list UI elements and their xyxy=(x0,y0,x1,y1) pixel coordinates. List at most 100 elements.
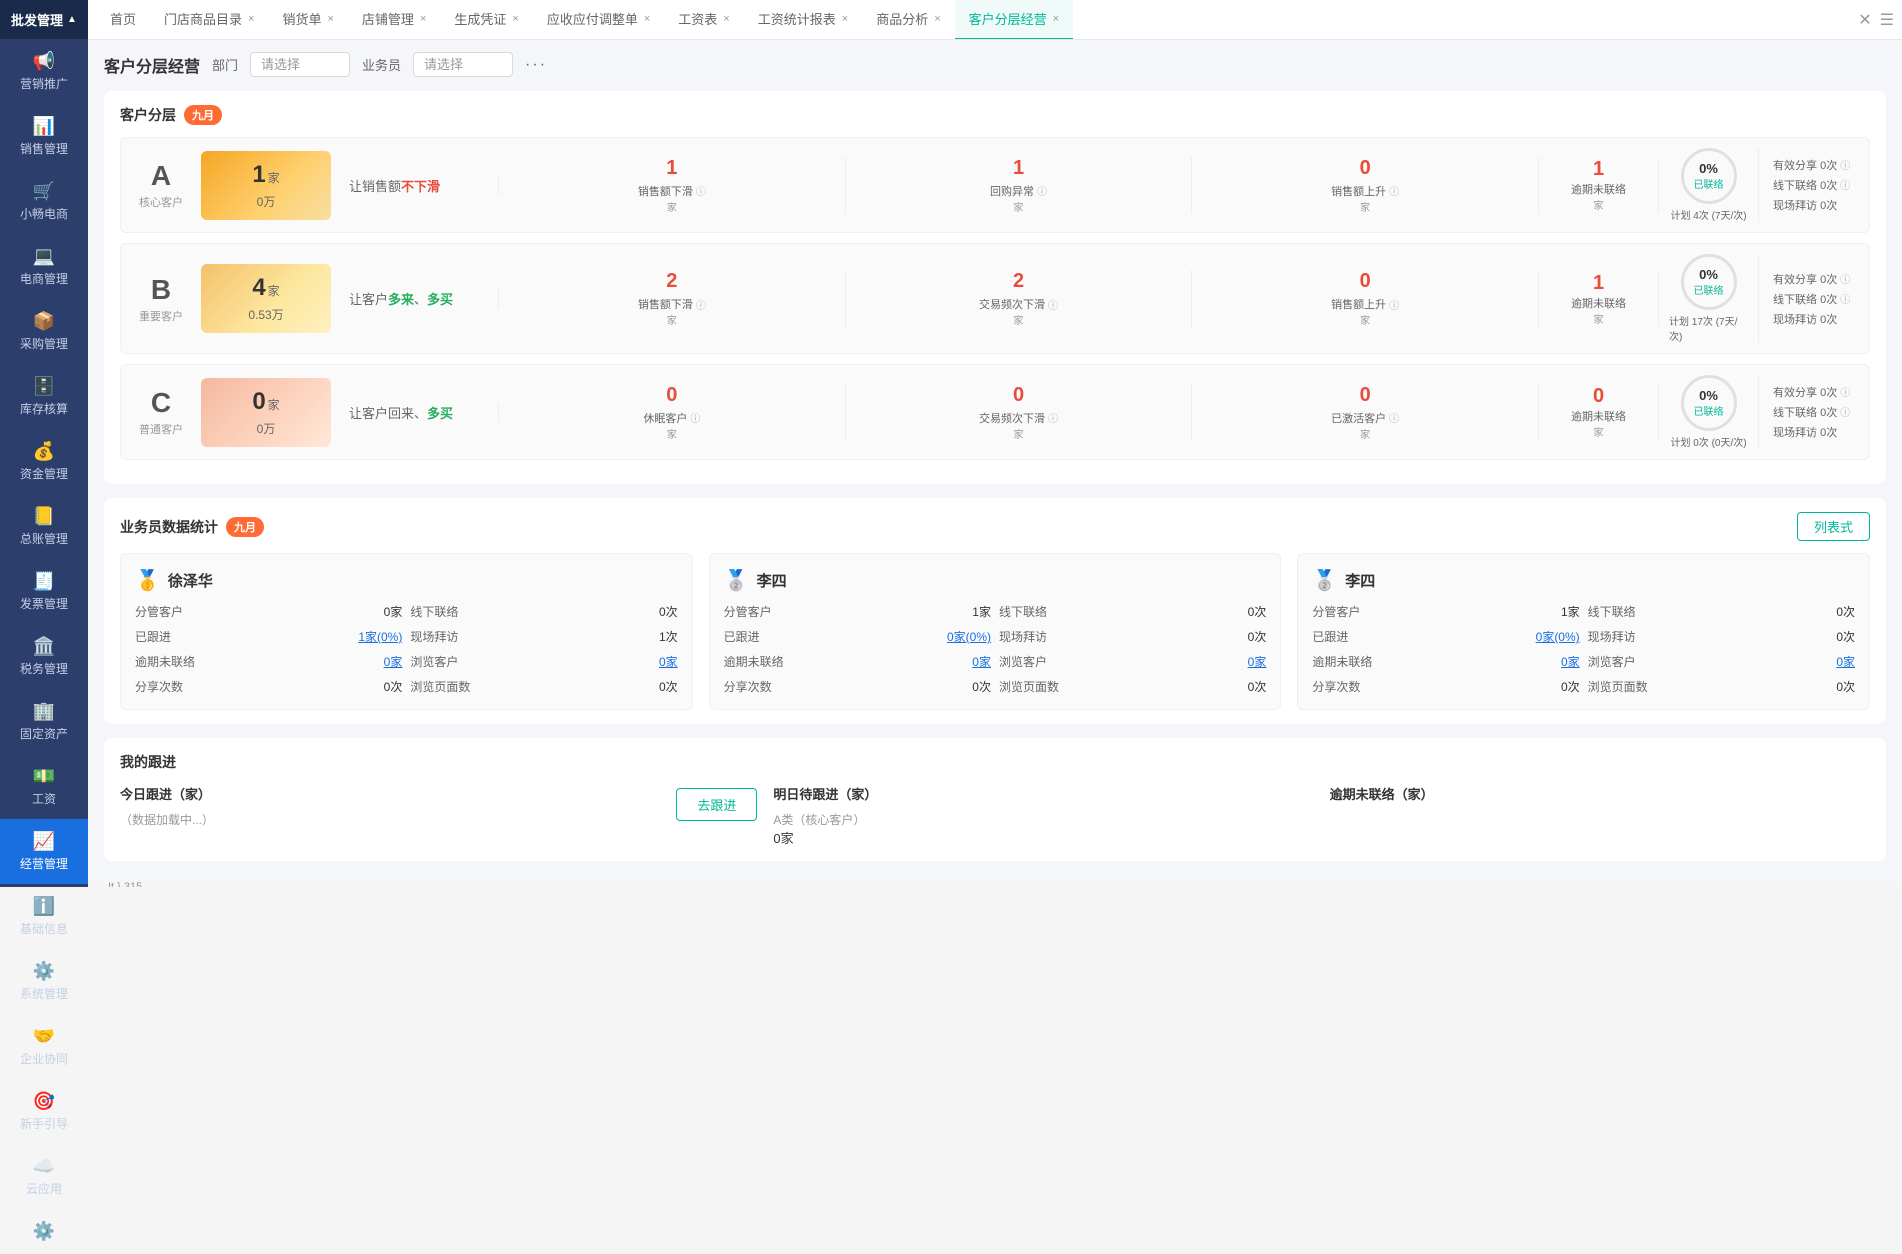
sidebar-item-label: 企业协同 xyxy=(20,1050,68,1067)
close-icon[interactable]: × xyxy=(327,13,333,25)
staff-section: 业务员数据统计 九月 列表式 🥇 徐泽华 分管客户 0家 xyxy=(104,498,1886,724)
close-window-icon[interactable]: ✕ xyxy=(1858,10,1871,30)
sidebar-item-label: 库存核算 xyxy=(20,400,68,417)
more-filters-button[interactable]: ··· xyxy=(525,56,547,74)
sidebar-item-cggl[interactable]: 📦 采购管理 xyxy=(0,299,88,364)
sidebar-item-label: 电商管理 xyxy=(20,270,68,287)
sidebar-item-zzgl[interactable]: 📒 总账管理 xyxy=(0,494,88,559)
sidebar-item-xtgl[interactable]: ⚙️ 系统管理 xyxy=(0,949,88,1014)
tier-row-a: A 核心客户 1 家 0万 让销售额不下滑 1 销售额下滑 ⓘ 家 xyxy=(120,137,1870,233)
staff-card-1: 🥈 李四 分管客户 1家 线下联络 0次 已跟进 xyxy=(709,553,1282,710)
tier-b-count: 4 家 0.53万 xyxy=(201,264,331,333)
tier-b-overdue: 1 逾期未联络 家 xyxy=(1539,272,1659,326)
sidebar-brand[interactable]: 批发管理 ▲ xyxy=(0,0,88,39)
tier-c-label: C 普通客户 xyxy=(121,387,201,437)
close-icon[interactable]: × xyxy=(723,13,729,25)
tier-a-label: A 核心客户 xyxy=(121,160,201,210)
followup-overdue: 逾期未联络（家） xyxy=(1314,784,1870,811)
tab-customer-tier[interactable]: 客户分层经营 × xyxy=(955,0,1073,40)
tab-sales-order[interactable]: 销货单 × xyxy=(268,0,347,40)
tier-b-right-stats: 有效分享 0次 ⓘ 线下联络 0次 ⓘ 现场拜访 0次 xyxy=(1759,271,1869,327)
month-badge: 九月 xyxy=(184,105,222,125)
tab-home[interactable]: 首页 xyxy=(96,0,150,40)
medal-icon-2: 🥈 xyxy=(1312,568,1337,593)
sidebar-item-label: 发票管理 xyxy=(20,595,68,612)
tier-c-stat-3[interactable]: 0 已激活客户 ⓘ 家 xyxy=(1192,384,1539,441)
customer-tier-section: 客户分层 九月 A 核心客户 1 家 0万 让销售额不下滑 xyxy=(104,91,1886,484)
tier-b-stat-2[interactable]: 2 交易频次下滑 ⓘ 家 xyxy=(846,270,1193,327)
staff-label: 业务员 xyxy=(362,55,401,74)
sidebar-item-xcdsc[interactable]: 🛒 小畅电商 xyxy=(0,169,88,234)
sidebar-item-jygl[interactable]: 📈 经营管理 xyxy=(0,819,88,884)
staff-name-1: 🥈 李四 xyxy=(724,568,1267,593)
tier-a-overdue: 1 逾期未联络 家 xyxy=(1539,158,1659,212)
sidebar-item-yxtg[interactable]: 📢 营销推广 xyxy=(0,39,88,104)
tab-store-manage[interactable]: 店铺管理 × xyxy=(348,0,440,40)
sidebar-item-gdzy[interactable]: 🏢 固定资产 xyxy=(0,689,88,754)
tier-a-stat-2[interactable]: 1 回购异常 ⓘ 家 xyxy=(846,157,1193,214)
sidebar-item-label: 系统管理 xyxy=(20,985,68,1002)
qytx-icon: 🤝 xyxy=(33,1026,55,1047)
xsgl-icon: 📊 xyxy=(33,116,55,137)
tab-payroll[interactable]: 工资表 × xyxy=(664,0,743,40)
staff-name-2: 🥈 李四 xyxy=(1312,568,1855,593)
more-tabs-icon[interactable]: ☰ xyxy=(1880,10,1894,30)
settings-icon: ⚙️ xyxy=(33,1221,55,1242)
sidebar-settings[interactable]: ⚙️ xyxy=(0,1209,88,1254)
staff-grid: 🥇 徐泽华 分管客户 0家 线下联络 0次 已跟进 xyxy=(120,553,1870,710)
followup-grid: 今日跟进（家） （数据加载中...） 去跟进 明日待跟进（家） A类（核心客户）… xyxy=(120,784,1870,847)
tab-payroll-report[interactable]: 工资统计报表 × xyxy=(744,0,862,40)
tab-ar-ap[interactable]: 应收应付调整单 × xyxy=(533,0,664,40)
dscgl-icon: 💻 xyxy=(33,246,55,267)
sidebar-item-zjgl[interactable]: 💰 资金管理 xyxy=(0,429,88,494)
tier-b-suggestion: 让客户多来、多买 xyxy=(339,289,499,308)
staff-section-title: 业务员数据统计 九月 xyxy=(120,517,264,537)
sidebar-item-fpgl[interactable]: 🧾 发票管理 xyxy=(0,559,88,624)
tier-c-stat-1[interactable]: 0 休眠客户 ⓘ 家 xyxy=(499,384,846,441)
close-icon[interactable]: × xyxy=(842,13,848,25)
sidebar-item-kchj[interactable]: 🗄️ 库存核算 xyxy=(0,364,88,429)
sidebar-item-xsyd[interactable]: 🎯 新手引导 xyxy=(0,1079,88,1144)
xcdsc-icon: 🛒 xyxy=(33,181,55,202)
sidebar: 批发管理 ▲ 📢 营销推广 📊 销售管理 🛒 小畅电商 💻 电商管理 📦 采购管… xyxy=(0,0,88,887)
tier-a-stat-1[interactable]: 1 销售额下滑 ⓘ 家 xyxy=(499,157,846,214)
sidebar-brand-label: 批发管理 xyxy=(11,10,63,29)
tier-c-right-stats: 有效分享 0次 ⓘ 线下联络 0次 ⓘ 现场拜访 0次 xyxy=(1759,384,1869,440)
tab-product-analysis[interactable]: 商品分析 × xyxy=(862,0,954,40)
yxtg-icon: 📢 xyxy=(33,51,55,72)
sidebar-item-jcxx[interactable]: ℹ️ 基础信息 xyxy=(0,884,88,949)
yy-icon: ☁️ xyxy=(33,1156,55,1177)
staff-select[interactable]: 请选择 xyxy=(413,52,513,77)
sidebar-item-swgl[interactable]: 🏛️ 税务管理 xyxy=(0,624,88,689)
sidebar-item-dscgl[interactable]: 💻 电商管理 xyxy=(0,234,88,299)
sidebar-item-yy[interactable]: ☁️ 云应用 xyxy=(0,1144,88,1209)
close-icon[interactable]: × xyxy=(420,13,426,25)
tab-store-items[interactable]: 门店商品目录 × xyxy=(150,0,268,40)
tier-c-stat-2[interactable]: 0 交易频次下滑 ⓘ 家 xyxy=(846,384,1193,441)
sidebar-item-label: 资金管理 xyxy=(20,465,68,482)
sidebar-item-qytx[interactable]: 🤝 企业协同 xyxy=(0,1014,88,1079)
tier-row-b: B 重要客户 4 家 0.53万 让客户多来、多买 2 销售额下滑 ⓘ 家 xyxy=(120,243,1870,354)
close-icon[interactable]: × xyxy=(512,13,518,25)
goto-followup-button[interactable]: 去跟进 xyxy=(676,788,757,821)
staff-header: 业务员数据统计 九月 列表式 xyxy=(120,512,1870,541)
sidebar-item-label: 固定资产 xyxy=(20,725,68,742)
tier-b-stat-3[interactable]: 0 销售额上升 ⓘ 家 xyxy=(1192,270,1539,327)
close-icon[interactable]: × xyxy=(934,13,940,25)
gz-icon: 💵 xyxy=(33,766,55,787)
close-icon[interactable]: × xyxy=(644,13,650,25)
tab-close-area[interactable]: ✕ ☰ xyxy=(1858,10,1894,30)
gdzy-icon: 🏢 xyxy=(33,701,55,722)
sidebar-item-xsgl[interactable]: 📊 销售管理 xyxy=(0,104,88,169)
tab-gen-voucher[interactable]: 生成凭证 × xyxy=(440,0,532,40)
dept-select[interactable]: 请选择 xyxy=(250,52,350,77)
close-icon[interactable]: × xyxy=(248,13,254,25)
sidebar-item-gz[interactable]: 💵 工资 xyxy=(0,754,88,819)
tier-b-stat-1[interactable]: 2 销售额下滑 ⓘ 家 xyxy=(499,270,846,327)
tabbar: 首页 门店商品目录 × 销货单 × 店铺管理 × 生成凭证 × 应收应付调整单 … xyxy=(88,0,1902,40)
tier-a-right-stats: 有效分享 0次 ⓘ 线下联络 0次 ⓘ 现场拜访 0次 xyxy=(1759,157,1869,213)
bottom-text: It } 315 xyxy=(104,875,1886,887)
tier-a-stat-3[interactable]: 0 销售额上升 ⓘ 家 xyxy=(1192,157,1539,214)
close-icon[interactable]: × xyxy=(1053,13,1059,25)
list-view-button[interactable]: 列表式 xyxy=(1797,512,1870,541)
